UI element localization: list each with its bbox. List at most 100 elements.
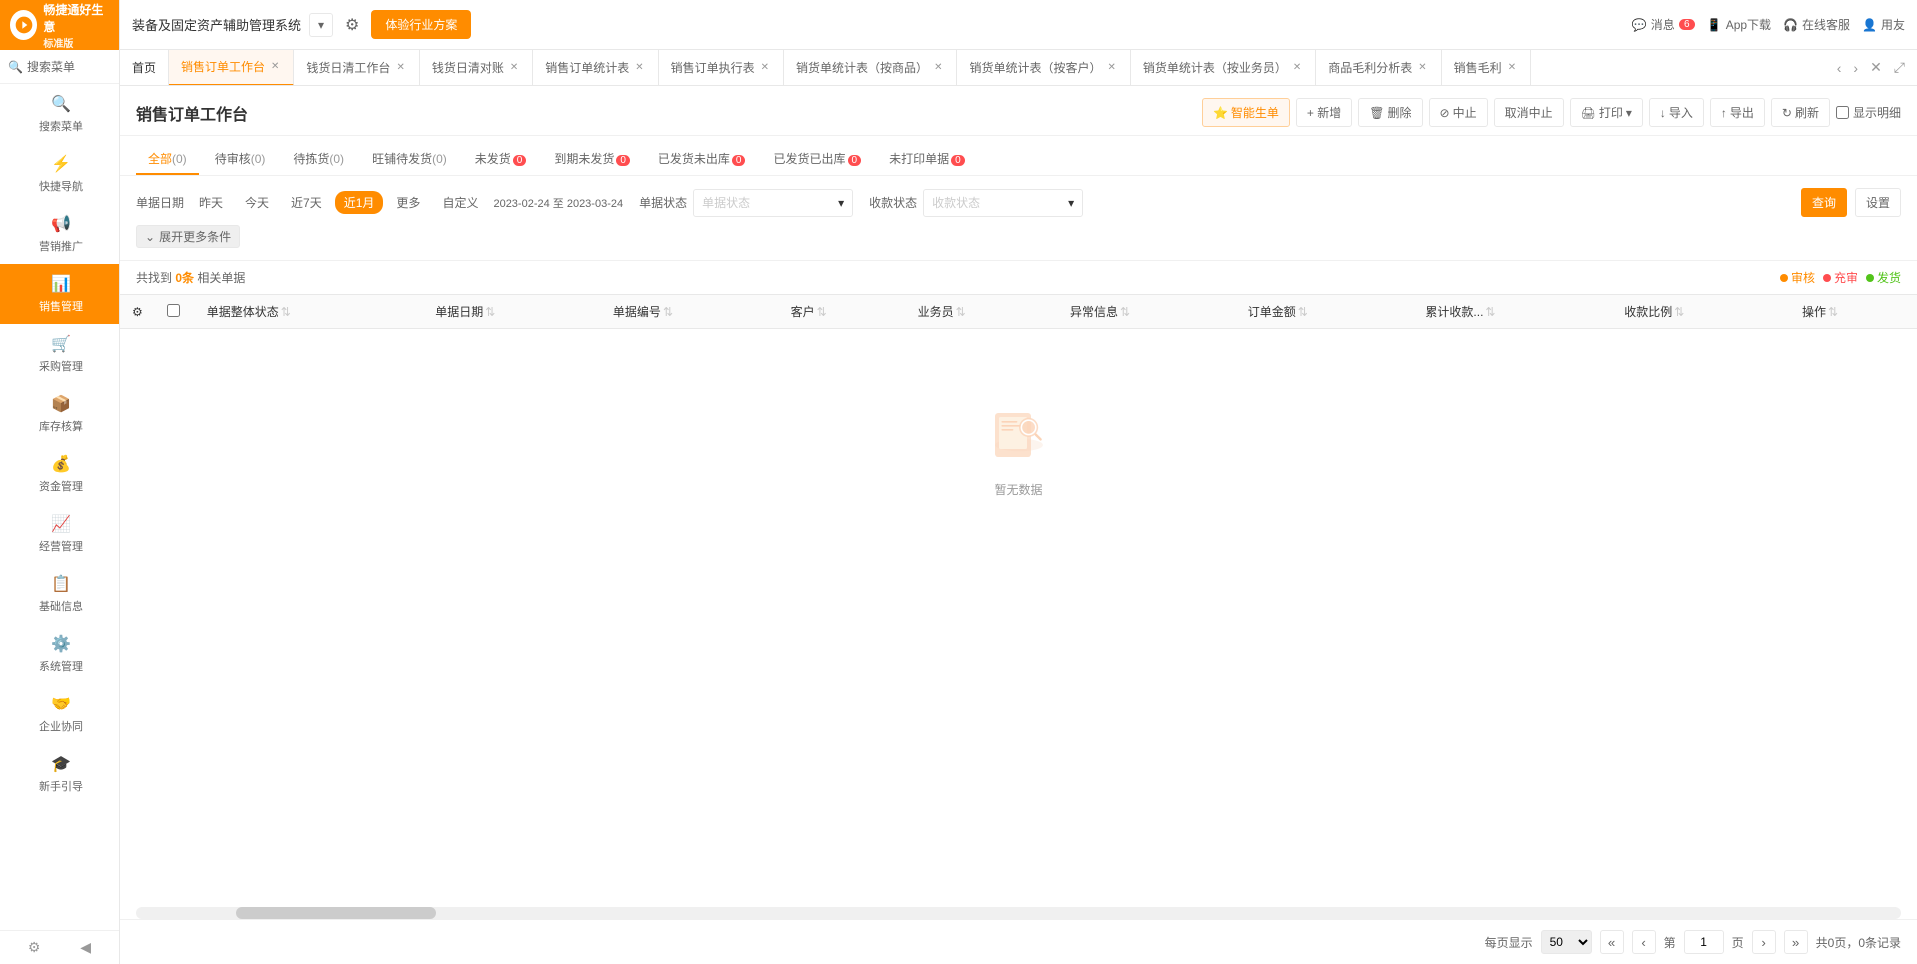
tab-sales-workbench[interactable]: 销售订单工作台✕	[169, 50, 294, 86]
sidebar-item-finance[interactable]: 💰资金管理	[0, 444, 119, 504]
tab-close-cash-daily[interactable]: ✕	[394, 61, 406, 74]
tab-cash-daily[interactable]: 钱货日清工作台✕	[294, 50, 419, 86]
col-settings[interactable]: ⚙	[120, 295, 155, 329]
batch-audit-button[interactable]: 审核	[1780, 269, 1815, 286]
sub-tab-shipped-out[interactable]: 已发货已出库0	[761, 144, 873, 175]
tab-next-btn[interactable]: ›	[1849, 58, 1862, 78]
stop-button[interactable]: ⊘ 中止	[1429, 98, 1488, 127]
date-btn-近7天[interactable]: 近7天	[282, 191, 331, 214]
sidebar-item-basic-info[interactable]: 📋基础信息	[0, 564, 119, 624]
tab-close-sales-summary-staff[interactable]: ✕	[1291, 61, 1303, 74]
tab-sales-execute[interactable]: 销售订单执行表✕	[659, 50, 784, 86]
tab-sales-summary-staff[interactable]: 销货单统计表（按业务员）✕	[1131, 50, 1316, 86]
tab-maximize-btn[interactable]: ⤢	[1890, 57, 1909, 78]
first-page-button[interactable]: «	[1600, 930, 1624, 954]
delete-button[interactable]: 🗑 删除	[1358, 98, 1422, 127]
tab-close-sales-summary-product[interactable]: ✕	[932, 61, 944, 74]
sidebar-item-cooperation[interactable]: 🤝企业协同	[0, 684, 119, 744]
app-download-item[interactable]: 📱 App下载	[1707, 16, 1771, 33]
tab-close-sales-stats[interactable]: ✕	[633, 61, 645, 74]
date-btn-近1月[interactable]: 近1月	[335, 191, 384, 214]
column-settings-icon[interactable]: ⚙	[132, 305, 143, 319]
query-button[interactable]: 查询	[1801, 188, 1847, 217]
sort-icon-staff[interactable]: ⇅	[956, 305, 966, 319]
tab-close-sales-profit[interactable]: ✕	[1506, 61, 1518, 74]
sub-tab-not-shipped[interactable]: 未发货0	[463, 144, 539, 175]
tab-close-sales-summary-customer[interactable]: ✕	[1105, 61, 1117, 74]
system-dropdown[interactable]: ▾	[309, 13, 333, 37]
page-input[interactable]	[1684, 930, 1724, 954]
sidebar-item-quick-nav[interactable]: ⚡快捷导航	[0, 144, 119, 204]
tab-gross-profit[interactable]: 商品毛利分析表✕	[1316, 50, 1441, 86]
add-button[interactable]: + 新增	[1296, 98, 1352, 127]
date-btn-自定义[interactable]: 自定义	[433, 191, 487, 214]
sidebar-item-purchase[interactable]: 🛒采购管理	[0, 324, 119, 384]
filter-settings-button[interactable]: 设置	[1855, 188, 1901, 217]
per-page-select[interactable]: 102050100	[1541, 930, 1592, 954]
tab-sales-summary-product[interactable]: 销货单统计表（按商品）✕	[784, 50, 957, 86]
expand-filter-button[interactable]: ⌄ 展开更多条件	[136, 225, 240, 248]
sidebar-item-sales[interactable]: 📊销售管理	[0, 264, 119, 324]
tab-close-cash-reconcile[interactable]: ✕	[508, 61, 520, 74]
sub-tab-pending-review[interactable]: 待审核(0)	[203, 144, 278, 175]
sub-tab-expired-not-shipped[interactable]: 到期未发货0	[542, 144, 642, 175]
sidebar-search[interactable]: 🔍 搜索菜单	[0, 50, 119, 84]
sidebar-item-guide[interactable]: 🎓新手引导	[0, 744, 119, 804]
date-btn-昨天[interactable]: 昨天	[190, 191, 232, 214]
sidebar-collapse-btn[interactable]: ◀	[80, 939, 91, 956]
user-item[interactable]: 👤 用友	[1862, 16, 1905, 33]
refresh-button[interactable]: ↻ 刷新	[1771, 98, 1830, 127]
export-button[interactable]: ↑ 导出	[1710, 98, 1765, 127]
cancel-stop-button[interactable]: 取消中止	[1494, 98, 1564, 127]
tab-close-sales-workbench[interactable]: ✕	[269, 60, 281, 73]
batch-ship-button[interactable]: 发货	[1866, 269, 1901, 286]
last-page-button[interactable]: »	[1784, 930, 1808, 954]
horizontal-scrollbar[interactable]	[136, 907, 1901, 919]
online-service-item[interactable]: 🎧 在线客服	[1783, 16, 1850, 33]
tab-home[interactable]: 首页	[120, 50, 169, 86]
sort-icon-customer[interactable]: ⇅	[817, 305, 827, 319]
batch-cancel-button[interactable]: 充审	[1823, 269, 1858, 286]
tab-close-all-btn[interactable]: ✕	[1866, 57, 1886, 78]
date-btn-今天[interactable]: 今天	[236, 191, 278, 214]
sort-icon-date[interactable]: ⇅	[485, 305, 495, 319]
show-detail-label[interactable]: 显示明细	[1836, 104, 1901, 121]
sidebar-item-system[interactable]: ⚙️系统管理	[0, 624, 119, 684]
sort-icon-actions[interactable]: ⇅	[1828, 305, 1838, 319]
sidebar-item-marketing[interactable]: 📢营销推广	[0, 204, 119, 264]
import-button[interactable]: ↓ 导入	[1649, 98, 1704, 127]
sidebar-settings-btn[interactable]: ⚙	[28, 939, 41, 956]
tab-close-sales-execute[interactable]: ✕	[759, 61, 771, 74]
solution-button[interactable]: 体验行业方案	[371, 10, 471, 39]
topbar-settings-icon[interactable]: ⚙	[341, 11, 363, 39]
prev-page-button[interactable]: ‹	[1632, 930, 1656, 954]
select-all-checkbox[interactable]	[167, 304, 180, 317]
sort-icon-amount[interactable]: ⇅	[1298, 305, 1308, 319]
date-btn-更多[interactable]: 更多	[387, 191, 429, 214]
smart-create-button[interactable]: ⭐ 智能生单	[1202, 98, 1290, 127]
tab-sales-profit[interactable]: 销售毛利✕	[1442, 50, 1531, 86]
sub-tab-all[interactable]: 全部(0)	[136, 144, 199, 175]
sub-tab-pending-inspect[interactable]: 待拣货(0)	[281, 144, 356, 175]
tab-cash-reconcile[interactable]: 钱货日清对账✕	[420, 50, 533, 86]
sidebar-item-search[interactable]: 🔍搜索菜单	[0, 84, 119, 144]
sub-tab-wangpu-pending[interactable]: 旺铺待发货(0)	[360, 144, 459, 175]
sort-icon-number[interactable]: ⇅	[663, 305, 673, 319]
show-detail-checkbox[interactable]	[1836, 106, 1849, 119]
sidebar-item-inventory[interactable]: 📦库存核算	[0, 384, 119, 444]
collection-select[interactable]: 收款状态 ▾	[923, 189, 1083, 217]
tab-sales-stats[interactable]: 销售订单统计表✕	[533, 50, 658, 86]
sort-icon-status[interactable]: ⇅	[281, 305, 291, 319]
next-page-button[interactable]: ›	[1752, 930, 1776, 954]
tab-close-gross-profit[interactable]: ✕	[1416, 61, 1428, 74]
sub-tab-shipped-not-out[interactable]: 已发货未出库0	[646, 144, 758, 175]
sort-icon-abnormal[interactable]: ⇅	[1120, 305, 1130, 319]
sort-icon-ratio[interactable]: ⇅	[1674, 305, 1684, 319]
print-button[interactable]: 🖨 打印 ▾	[1570, 98, 1643, 127]
tab-prev-btn[interactable]: ‹	[1833, 58, 1846, 78]
message-item[interactable]: 💬 消息 6	[1632, 16, 1695, 33]
status-select[interactable]: 单据状态 ▾	[693, 189, 853, 217]
tab-sales-summary-customer[interactable]: 销货单统计表（按客户）✕	[957, 50, 1130, 86]
sort-icon-collected[interactable]: ⇅	[1485, 305, 1495, 319]
col-checkbox[interactable]	[155, 295, 195, 329]
